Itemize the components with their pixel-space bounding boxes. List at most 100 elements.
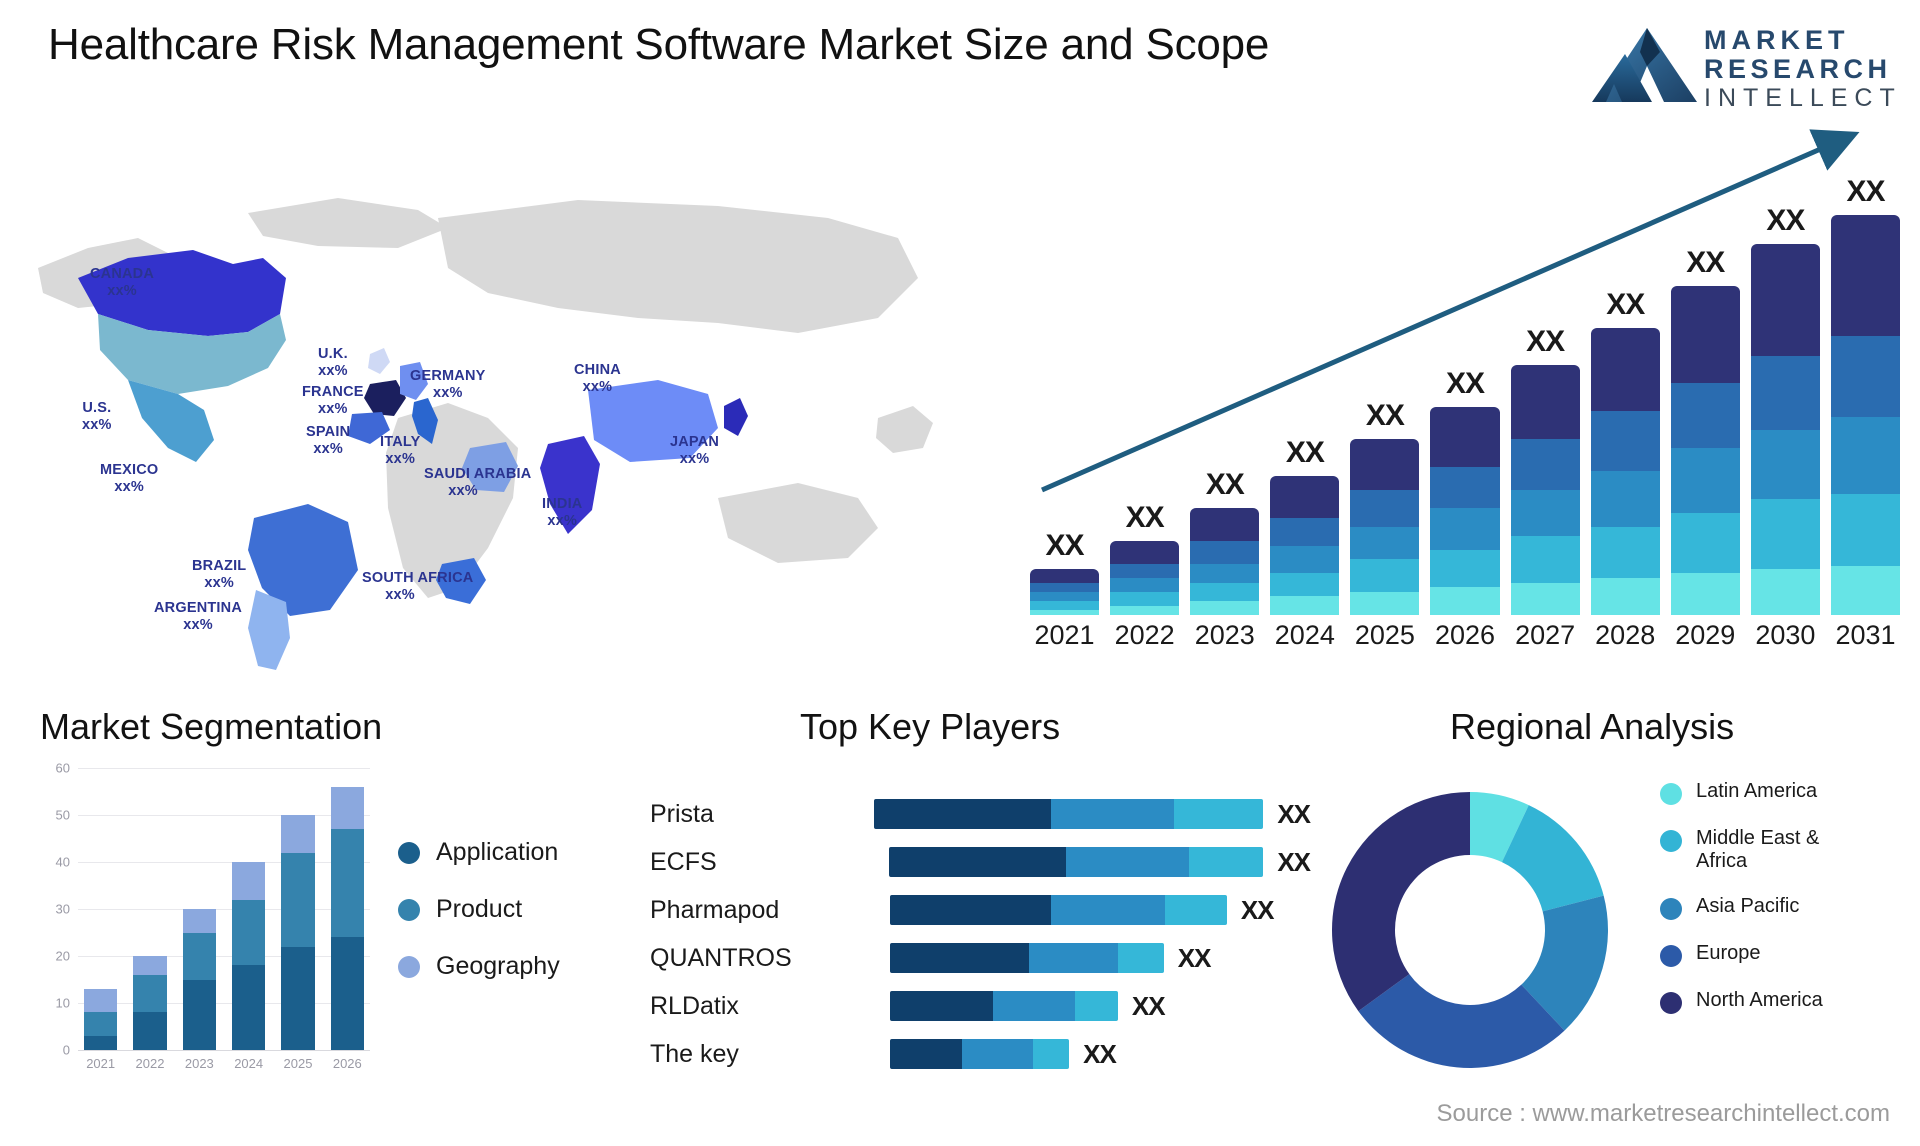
map-label-saudi-arabia: SAUDI ARABIA xx% bbox=[424, 466, 532, 500]
segmentation-bar bbox=[133, 768, 167, 1050]
player-row: RLDatix XX bbox=[650, 982, 1310, 1030]
forecast-stacked-bar bbox=[1430, 406, 1500, 615]
forecast-bar-segment bbox=[1670, 448, 1740, 514]
segmentation-x-tick: 2023 bbox=[184, 1056, 214, 1071]
segmentation-legend-label: Application bbox=[436, 838, 559, 866]
segmentation-legend-item: Product bbox=[398, 895, 560, 924]
player-bar bbox=[890, 991, 1118, 1021]
player-value-label: XX bbox=[1131, 990, 1166, 1021]
segmentation-legend-dot bbox=[398, 841, 420, 864]
forecast-bar-segment bbox=[1350, 527, 1420, 560]
forecast-bar-segment bbox=[1270, 517, 1340, 546]
forecast-bar-segment bbox=[1350, 439, 1420, 490]
segmentation-bar-segment bbox=[330, 786, 364, 830]
segmentation-bar-segment bbox=[133, 956, 167, 975]
player-bar-segment bbox=[1074, 991, 1118, 1021]
segmentation-y-tick: 20 bbox=[55, 948, 70, 964]
forecast-bar-segment bbox=[1750, 429, 1820, 500]
forecast-bar-segment bbox=[1190, 540, 1260, 565]
segmentation-y-tick: 40 bbox=[55, 854, 70, 870]
regional-legend-item: Asia Pacific bbox=[1660, 895, 1856, 921]
regional-legend-dot bbox=[1660, 992, 1682, 1015]
player-name: ECFS bbox=[650, 847, 717, 876]
player-name: RLDatix bbox=[650, 991, 739, 1020]
map-country-japan bbox=[724, 398, 748, 436]
map-label-india: INDIA xx% bbox=[542, 496, 583, 530]
player-row: Pharmapod XX bbox=[650, 886, 1310, 934]
forecast-year-label: 2021 bbox=[1034, 620, 1095, 650]
forecast-year-label: 2030 bbox=[1755, 620, 1816, 650]
segmentation-legend-label: Geography bbox=[436, 952, 560, 980]
logo-line-intellect: INTELLECT bbox=[1704, 84, 1902, 113]
player-bar-segment bbox=[890, 943, 1030, 973]
forecast-bar-column: XX bbox=[1830, 175, 1901, 615]
player-name: Prista bbox=[650, 799, 714, 828]
forecast-stacked-bar bbox=[1030, 568, 1100, 615]
player-bar-segment bbox=[890, 991, 994, 1021]
regional-legend-dot bbox=[1660, 830, 1682, 852]
player-bar-segment bbox=[1066, 847, 1190, 877]
forecast-bar-segment bbox=[1430, 406, 1500, 467]
source-text: Source : www.marketresearchintellect.com bbox=[1436, 1100, 1891, 1127]
map-label-uk: U.K. xx% bbox=[318, 346, 348, 380]
player-value-label: XX bbox=[1277, 846, 1311, 877]
player-bar-segment bbox=[890, 895, 1051, 925]
segmentation-bar-segment bbox=[281, 946, 315, 1050]
player-bar-segment bbox=[1029, 943, 1118, 973]
player-row: Prista XX bbox=[650, 790, 1311, 838]
forecast-bar-segment bbox=[1190, 582, 1260, 602]
segmentation-y-tick: 10 bbox=[55, 995, 70, 1011]
player-value-label: XX bbox=[1083, 1038, 1117, 1069]
infographic-page: Healthcare Risk Management Software Mark… bbox=[0, 0, 1920, 1146]
forecast-year-label: 2029 bbox=[1675, 620, 1736, 650]
map-label-france: FRANCE xx% bbox=[302, 384, 364, 418]
regional-legend-label: Middle East & Africa bbox=[1696, 827, 1820, 873]
forecast-bar-segment bbox=[1830, 565, 1901, 615]
forecast-bar-segment bbox=[1270, 596, 1340, 615]
segmentation-bar-segment bbox=[182, 932, 216, 980]
player-value-label: XX bbox=[1240, 894, 1275, 925]
forecast-bar-segment bbox=[1030, 582, 1100, 592]
forecast-bar-segment bbox=[1830, 493, 1901, 566]
forecast-year-label: 2023 bbox=[1194, 620, 1255, 650]
player-bar-segment bbox=[1033, 1039, 1070, 1069]
segmentation-y-tick: 60 bbox=[55, 760, 70, 776]
forecast-bar-segment bbox=[1830, 336, 1901, 418]
regional-analysis-title: Regional Analysis bbox=[1450, 706, 1735, 747]
segmentation-y-tick: 30 bbox=[55, 901, 70, 917]
forecast-year-label: 2028 bbox=[1595, 620, 1656, 650]
player-bar bbox=[890, 1039, 1070, 1069]
segmentation-bar bbox=[281, 768, 315, 1050]
forecast-bar-segment bbox=[1350, 591, 1420, 615]
player-name: The key bbox=[650, 1039, 739, 1068]
forecast-bar-segment bbox=[1430, 466, 1500, 509]
forecast-bar-segment bbox=[1590, 527, 1660, 578]
regional-legend-label: Latin America bbox=[1696, 780, 1818, 802]
logo-mountain-icon bbox=[1592, 28, 1697, 102]
forecast-bar-segment bbox=[1510, 489, 1580, 537]
segmentation-bar-segment bbox=[84, 988, 118, 1013]
regional-legend-item: Europe bbox=[1660, 942, 1856, 968]
player-bar bbox=[873, 799, 1264, 829]
forecast-bar-segment bbox=[1510, 582, 1580, 615]
segmentation-bar-segment bbox=[84, 1012, 118, 1036]
segmentation-legend-item: Application bbox=[398, 838, 560, 867]
forecast-bar-value-label: XX bbox=[1125, 500, 1165, 534]
player-bar-segment bbox=[889, 847, 1067, 877]
forecast-bar-chart: XX XX XX XX XX XX XX XX XX XX XX 2021 2022 2023 2024 2… bbox=[1020, 120, 1901, 680]
map-label-canada: CANADA xx% bbox=[90, 266, 155, 300]
segmentation-x-labels: 2021 2022 2023 2024 2025 2026 bbox=[84, 1056, 364, 1071]
forecast-bar-segment bbox=[1110, 577, 1180, 592]
segmentation-bar-segment bbox=[231, 862, 266, 900]
forecast-stacked-bar bbox=[1190, 508, 1260, 615]
player-bar bbox=[890, 895, 1227, 925]
map-label-us: U.S. xx% bbox=[82, 400, 112, 434]
regional-legend-dot bbox=[1660, 783, 1682, 805]
player-row: The key XX bbox=[650, 1030, 1310, 1078]
forecast-bar-segment bbox=[1830, 215, 1901, 337]
forecast-bar-segment bbox=[1190, 601, 1260, 615]
forecast-bar-segment bbox=[1590, 577, 1660, 615]
forecast-bar-column: XX bbox=[1270, 175, 1340, 615]
segmentation-bar-segment bbox=[281, 852, 315, 947]
forecast-bar-column: XX bbox=[1510, 175, 1580, 615]
